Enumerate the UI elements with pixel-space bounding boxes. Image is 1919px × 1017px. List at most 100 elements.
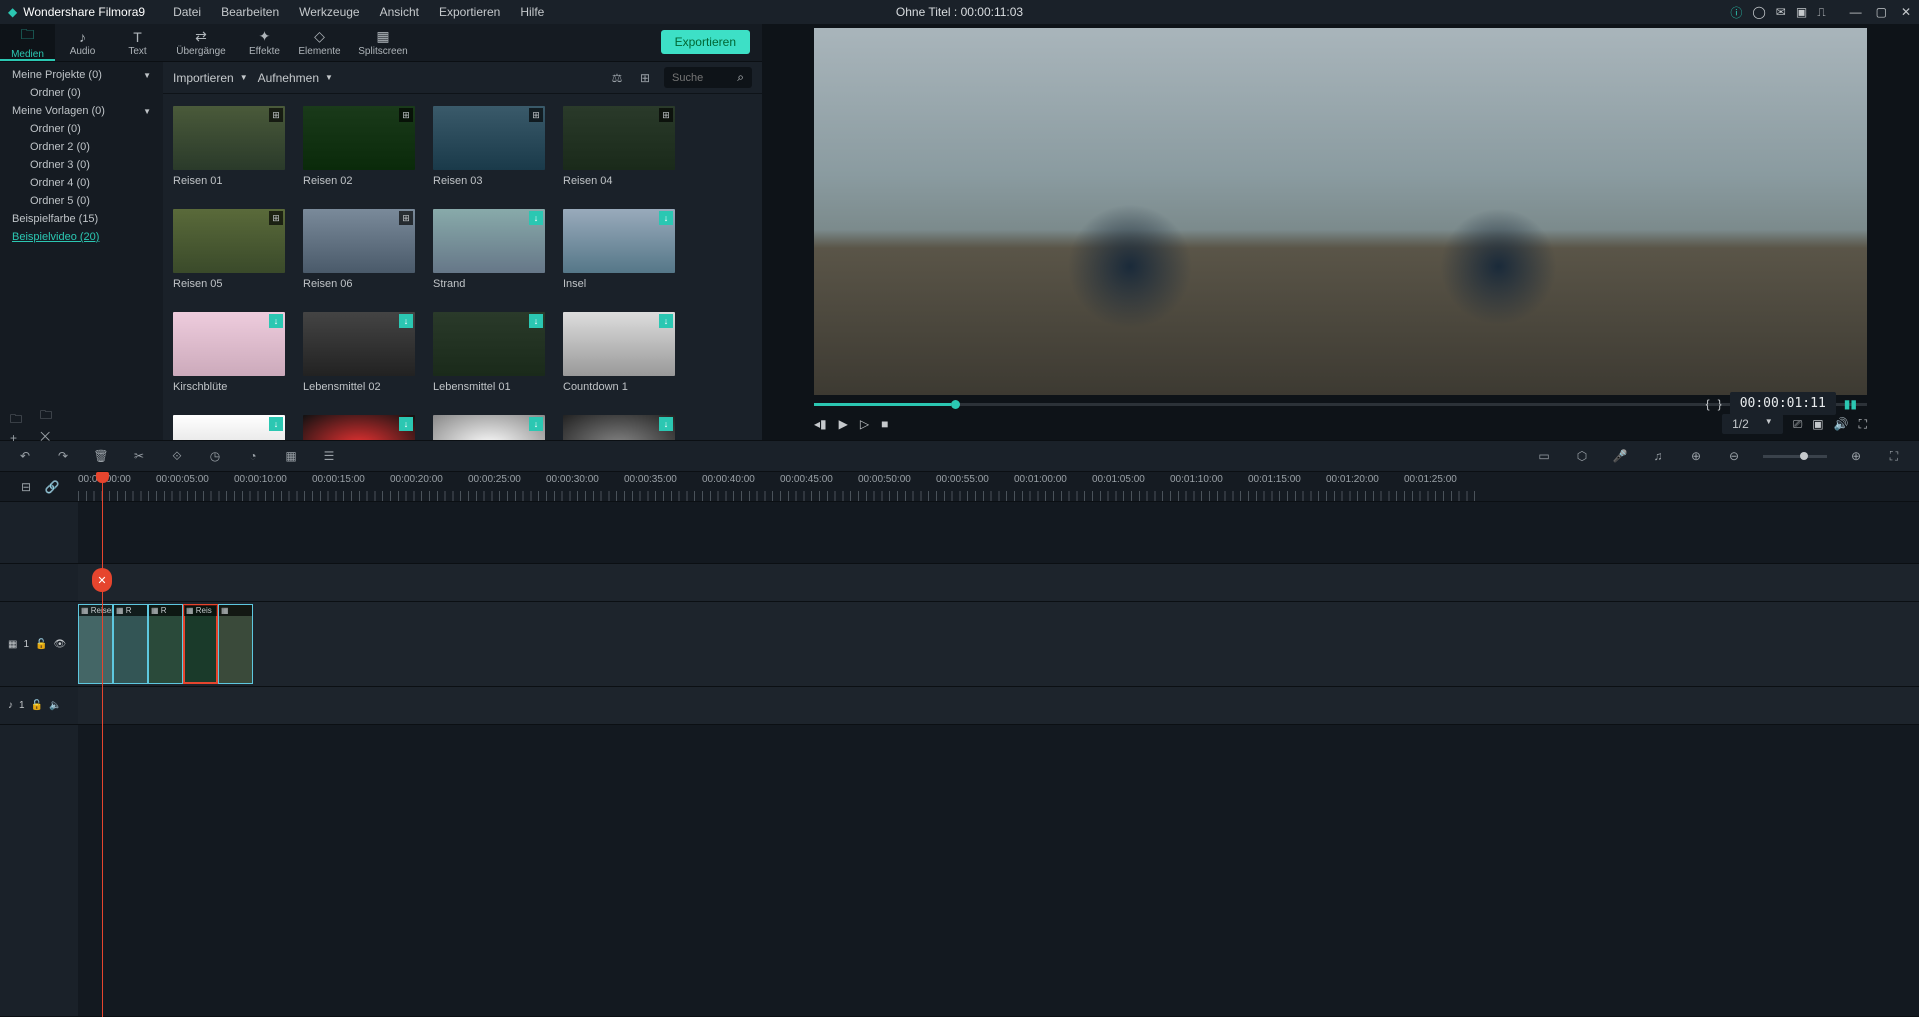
menu-hilfe[interactable]: Hilfe	[520, 5, 544, 19]
tab-effekte[interactable]: ✦Effekte	[237, 24, 292, 61]
crop-button[interactable]: ⟐	[168, 447, 186, 465]
timeline-clip[interactable]: ▦	[218, 604, 253, 684]
user-icon[interactable]: ◯	[1752, 5, 1765, 19]
undo-button[interactable]: ↶	[16, 447, 34, 465]
audio-track-1[interactable]: ♪ 1 🔓 🔈	[0, 687, 1919, 725]
menu-datei[interactable]: Datei	[173, 5, 201, 19]
media-clip[interactable]: ⊞Reisen 03	[433, 106, 561, 187]
speed-button[interactable]: ◷	[206, 447, 224, 465]
marker-button[interactable]: ⬡	[1573, 447, 1591, 465]
tree-item[interactable]: Ordner 4 (0)	[0, 174, 163, 192]
tab-audio[interactable]: ♪Audio	[55, 24, 110, 61]
search-input[interactable]: ⌕	[664, 67, 752, 88]
zoom-in-button[interactable]: ⊕	[1847, 447, 1865, 465]
lock-icon[interactable]: 🔓	[31, 700, 43, 711]
media-clip[interactable]: ⊞Reisen 06	[303, 209, 431, 290]
tab-splitscreen[interactable]: ▦Splitscreen	[347, 24, 419, 61]
tab-medien[interactable]: 🗀Medien	[0, 24, 55, 61]
media-clip[interactable]: ↓Insel	[563, 209, 691, 290]
tree-item[interactable]: Ordner 5 (0)	[0, 192, 163, 210]
import-dropdown[interactable]: Importieren▼	[173, 71, 248, 85]
zoom-slider[interactable]	[1763, 455, 1827, 458]
snapshot-button[interactable]: ⎚	[1793, 417, 1803, 432]
voiceover-button[interactable]: 🎤	[1611, 447, 1629, 465]
grid-view-icon[interactable]: ⊞	[636, 69, 654, 87]
menu-exportieren[interactable]: Exportieren	[439, 5, 500, 19]
info-icon[interactable]: ⓘ	[1730, 4, 1742, 21]
message-icon[interactable]: ✉	[1776, 5, 1786, 19]
media-clip[interactable]: ↓	[433, 415, 561, 440]
save-icon[interactable]: ▣	[1796, 5, 1807, 19]
redo-button[interactable]: ↷	[54, 447, 72, 465]
media-clip[interactable]: ↓Countdown 1	[563, 312, 691, 393]
tab-elemente[interactable]: ◇Elemente	[292, 24, 347, 61]
media-clip[interactable]: ⊞Reisen 05	[173, 209, 301, 290]
tree-item[interactable]: Meine Projekte (0)▼	[0, 66, 163, 84]
timeline-clip[interactable]: ▦ Reisen	[78, 604, 113, 684]
tree-item[interactable]: Meine Vorlagen (0)▼	[0, 102, 163, 120]
visibility-icon[interactable]: 👁	[53, 639, 66, 650]
media-clip[interactable]: ↓	[173, 415, 301, 440]
color-button[interactable]: ◔	[244, 447, 262, 465]
mark-in-icon[interactable]: {	[1706, 397, 1710, 411]
mute-icon[interactable]: 🔈	[49, 700, 61, 711]
tab-übergänge[interactable]: ⇄Übergänge	[165, 24, 237, 61]
split-button[interactable]: ✂	[130, 447, 148, 465]
stop-button[interactable]: ■	[881, 417, 888, 431]
media-clip[interactable]: ⊞Reisen 01	[173, 106, 301, 187]
playhead[interactable]: ✕	[102, 472, 103, 1017]
media-clip[interactable]: ↓Lebensmittel 01	[433, 312, 561, 393]
prev-frame-button[interactable]: ◂▮	[814, 417, 827, 431]
new-folder-icon[interactable]: 🗀+	[10, 418, 28, 436]
render-button[interactable]: ▭	[1535, 447, 1553, 465]
menu-werkzeuge[interactable]: Werkzeuge	[299, 5, 359, 19]
zoom-fit-button[interactable]: ⛶	[1885, 447, 1903, 465]
close-button[interactable]: ✕	[1901, 5, 1911, 19]
next-frame-button[interactable]: ▷	[860, 417, 869, 431]
timeline-ruler[interactable]: 00:00:00:0000:00:05:0000:00:10:0000:00:1…	[78, 472, 1919, 501]
green-screen-button[interactable]: ▦	[282, 447, 300, 465]
manage-tracks-icon[interactable]: ⊟	[17, 478, 35, 496]
media-clip[interactable]: ⊞Reisen 02	[303, 106, 431, 187]
export-button[interactable]: Exportieren	[661, 30, 750, 54]
mark-out-icon[interactable]: }	[1718, 397, 1722, 411]
search-icon[interactable]: ⌕	[737, 70, 744, 85]
media-clip[interactable]: ↓Lebensmittel 02	[303, 312, 431, 393]
fullscreen-icon[interactable]: ⛶	[1859, 417, 1867, 432]
volume-icon[interactable]: 🔊	[1834, 417, 1849, 431]
search-field[interactable]	[672, 72, 728, 84]
play-button[interactable]: ▶	[839, 417, 848, 431]
zoom-out-button[interactable]: ⊖	[1725, 447, 1743, 465]
media-clip[interactable]: ↓	[303, 415, 431, 440]
preview-viewport[interactable]	[814, 28, 1867, 395]
tree-item[interactable]: Ordner (0)	[0, 84, 163, 102]
timeline-clip[interactable]: ▦ R	[113, 604, 148, 684]
camera-icon[interactable]: ▣	[1812, 417, 1823, 431]
tree-item[interactable]: Ordner (0)	[0, 120, 163, 138]
tree-item[interactable]: Ordner 3 (0)	[0, 156, 163, 174]
filter-icon[interactable]: ⚖	[608, 69, 626, 87]
menu-bearbeiten[interactable]: Bearbeiten	[221, 5, 279, 19]
tree-item[interactable]: Beispielvideo (20)	[0, 228, 163, 246]
preview-zoom-select[interactable]: 1/2▼	[1722, 414, 1783, 434]
link-icon[interactable]: 🔗	[43, 478, 61, 496]
media-clip[interactable]: ↓Strand	[433, 209, 561, 290]
tree-item[interactable]: Ordner 2 (0)	[0, 138, 163, 156]
delete-button[interactable]: 🗑	[92, 447, 110, 465]
media-clip[interactable]: ⊞Reisen 04	[563, 106, 691, 187]
mic-icon[interactable]: ⎍	[1817, 5, 1825, 20]
timeline-clip[interactable]: ▦ Reis	[183, 604, 218, 684]
minimize-button[interactable]: —	[1850, 5, 1862, 19]
media-clip[interactable]: ↓	[563, 415, 691, 440]
adjust-button[interactable]: ☰	[320, 447, 338, 465]
timeline-clip[interactable]: ▦ R	[148, 604, 183, 684]
delete-folder-icon[interactable]: 🗀✕	[40, 418, 58, 436]
video-track-1[interactable]: ▦ 1 🔓 👁 ▦ Reisen▦ R▦ R▦ Reis▦	[0, 602, 1919, 687]
media-clip[interactable]: ↓Kirschblüte	[173, 312, 301, 393]
audio-mixer-button[interactable]: ♫	[1649, 447, 1667, 465]
record-dropdown[interactable]: Aufnehmen▼	[258, 71, 333, 85]
menu-ansicht[interactable]: Ansicht	[380, 5, 419, 19]
overlay-track[interactable]	[0, 564, 1919, 602]
tree-item[interactable]: Beispielfarbe (15)	[0, 210, 163, 228]
add-marker-button[interactable]: ⊕	[1687, 447, 1705, 465]
